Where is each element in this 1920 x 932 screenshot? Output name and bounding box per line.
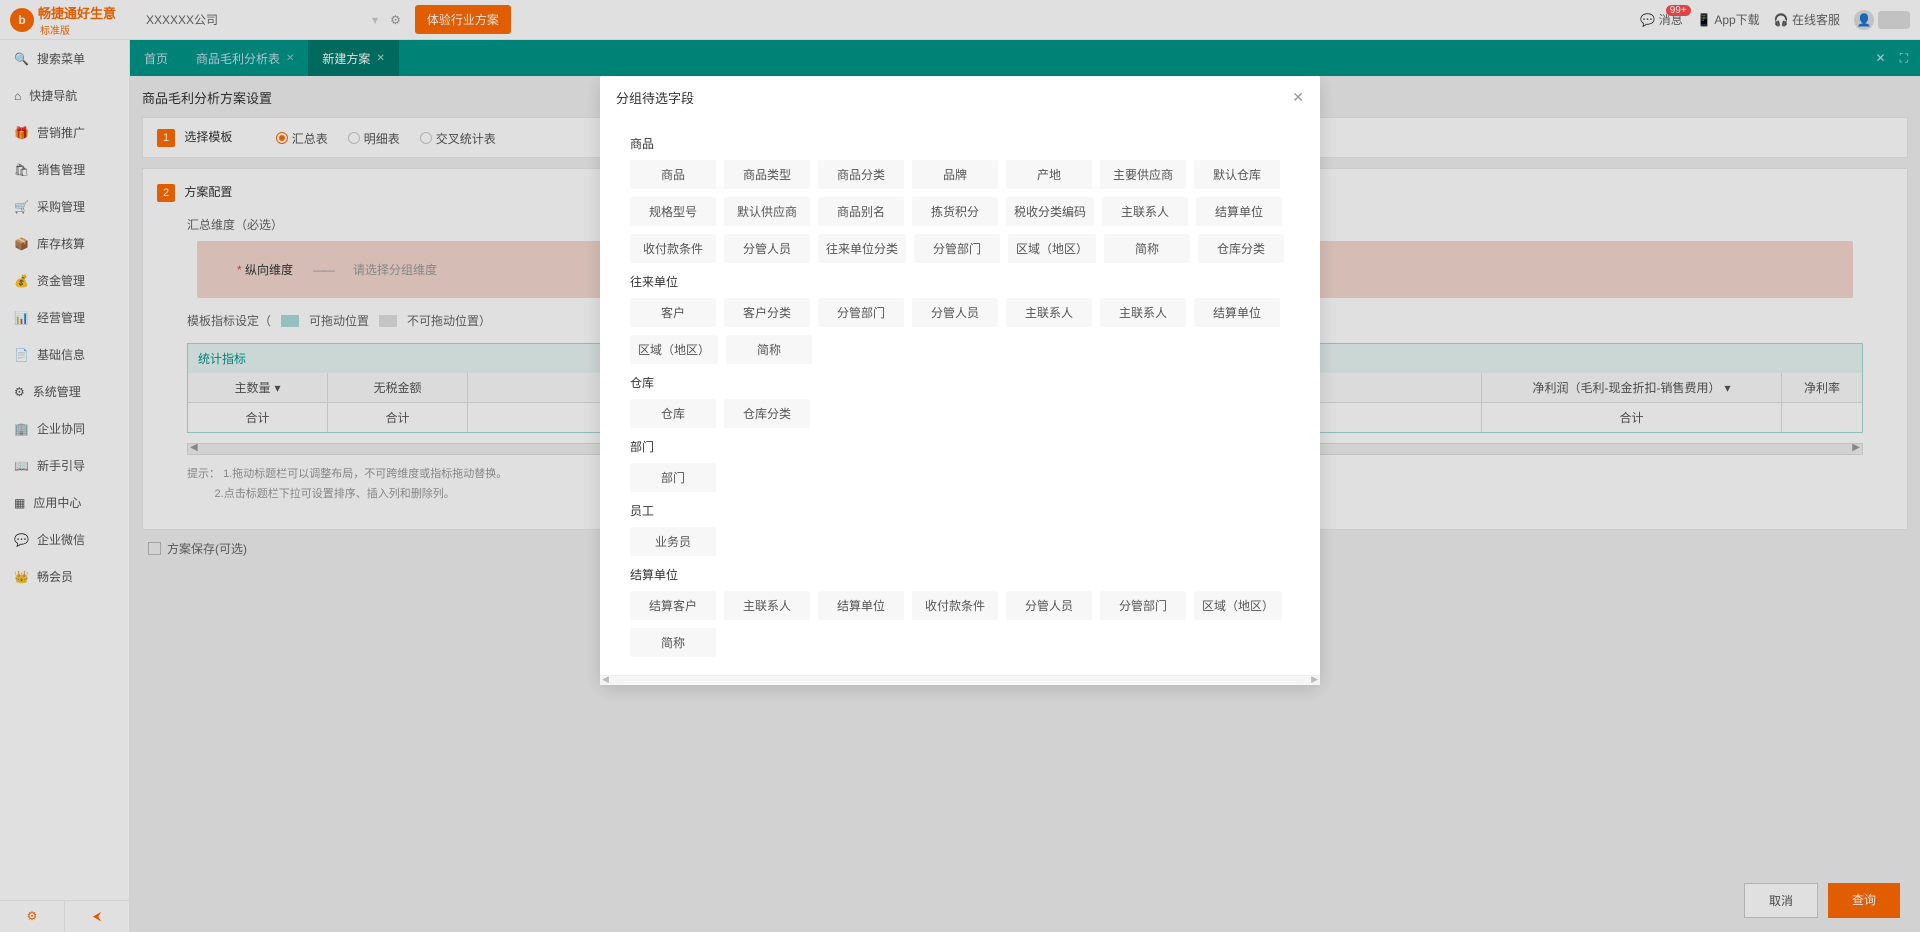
field-chip[interactable]: 收付款条件 [630,234,716,263]
field-chip[interactable]: 客户分类 [724,298,810,327]
field-chip-group: 业务员 [630,527,1290,556]
field-chip[interactable]: 简称 [630,628,716,657]
field-chip[interactable]: 分管部门 [914,234,1000,263]
field-chip[interactable]: 分管部门 [818,298,904,327]
field-chip[interactable]: 分管人员 [912,298,998,327]
field-chip[interactable]: 规格型号 [630,197,716,226]
field-chip[interactable]: 商品分类 [818,160,904,189]
field-group-title: 结算单位 [630,566,1290,583]
field-chip[interactable]: 部门 [630,463,716,492]
modal-header: 分组待选字段 ✕ [600,76,1320,119]
field-chip[interactable]: 结算单位 [1196,197,1282,226]
field-group-title: 仓库 [630,374,1290,391]
field-group-title: 员工 [630,502,1290,519]
field-chip-group: 结算客户主联系人结算单位收付款条件分管人员分管部门区域（地区） 简称 [630,591,1290,657]
field-chip[interactable]: 分管人员 [724,234,810,263]
field-chip[interactable]: 主要供应商 [1100,160,1186,189]
field-chip[interactable]: 区域（地区） [630,335,718,364]
field-chip[interactable]: 往来单位分类 [818,234,906,263]
field-chip[interactable]: 结算单位 [818,591,904,620]
field-chip[interactable]: 产地 [1006,160,1092,189]
field-chip[interactable]: 简称 [726,335,812,364]
modal-overlay[interactable]: 分组待选字段 ✕ 商品商品商品类型商品分类品牌产地主要供应商默认仓库规格型号默认… [0,0,1920,932]
field-chip[interactable]: 业务员 [630,527,716,556]
field-chip[interactable]: 分管部门 [1100,591,1186,620]
field-group-title: 往来单位 [630,273,1290,290]
field-chip[interactable]: 主联系人 [724,591,810,620]
field-chip-group: 部门 [630,463,1290,492]
field-chip[interactable]: 拣货积分 [912,197,998,226]
modal-horizontal-scrollbar[interactable] [600,675,1320,685]
field-chip[interactable]: 简称 [1104,234,1190,263]
field-chip[interactable]: 税收分类编码 [1006,197,1094,226]
field-chip[interactable]: 客户 [630,298,716,327]
field-chip[interactable]: 品牌 [912,160,998,189]
grouping-modal: 分组待选字段 ✕ 商品商品商品类型商品分类品牌产地主要供应商默认仓库规格型号默认… [600,76,1320,685]
field-chip[interactable]: 仓库 [630,399,716,428]
field-chip[interactable]: 商品类型 [724,160,810,189]
field-chip[interactable]: 仓库分类 [724,399,810,428]
field-chip[interactable]: 商品别名 [818,197,904,226]
field-chip[interactable]: 主联系人 [1102,197,1188,226]
field-chip[interactable]: 默认供应商 [724,197,810,226]
field-chip[interactable]: 结算客户 [630,591,716,620]
field-chip[interactable]: 区域（地区） [1194,591,1282,620]
field-chip[interactable]: 默认仓库 [1194,160,1280,189]
modal-title: 分组待选字段 [616,88,694,107]
field-chip[interactable]: 商品 [630,160,716,189]
field-chip[interactable]: 结算单位 [1194,298,1280,327]
field-chip-group: 客户客户分类分管部门分管人员主联系人主联系人结算单位区域（地区）简称 [630,298,1290,364]
field-chip-group: 商品商品类型商品分类品牌产地主要供应商默认仓库规格型号默认供应商商品别名拣货积分… [630,160,1290,263]
field-chip[interactable]: 主联系人 [1006,298,1092,327]
field-group-title: 商品 [630,135,1290,152]
modal-body[interactable]: 商品商品商品类型商品分类品牌产地主要供应商默认仓库规格型号默认供应商商品别名拣货… [600,119,1320,675]
field-chip[interactable]: 收付款条件 [912,591,998,620]
field-chip[interactable]: 仓库分类 [1198,234,1284,263]
field-chip-group: 仓库仓库分类 [630,399,1290,428]
field-chip[interactable]: 分管人员 [1006,591,1092,620]
field-group-title: 部门 [630,438,1290,455]
field-chip[interactable]: 区域（地区） [1008,234,1096,263]
modal-close-button[interactable]: ✕ [1292,89,1304,106]
field-chip[interactable]: 主联系人 [1100,298,1186,327]
